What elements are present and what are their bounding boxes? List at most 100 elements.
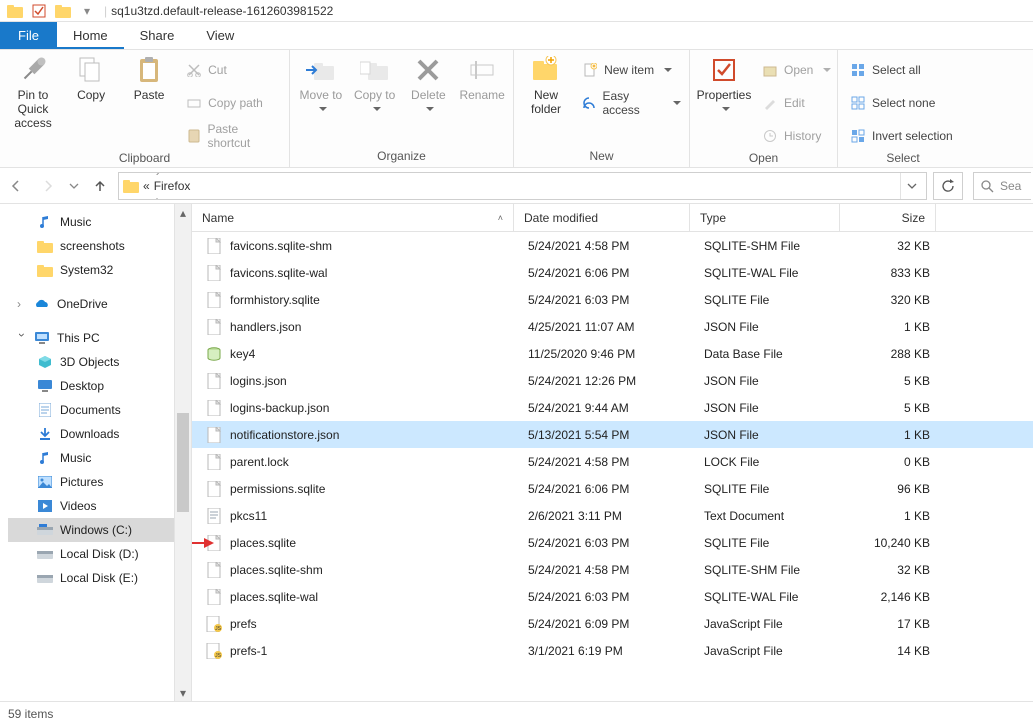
tree-scrollbar[interactable]: ▴ ▾ xyxy=(174,204,191,701)
paste-label: Paste xyxy=(134,89,165,103)
objects3d-icon xyxy=(37,354,53,370)
col-name[interactable]: Name˄ xyxy=(192,204,514,231)
refresh-button[interactable] xyxy=(933,172,963,200)
forward-button[interactable] xyxy=(34,172,62,200)
group-label-new: New xyxy=(522,147,681,165)
breadcrumb-segment[interactable]: Firefox xyxy=(154,179,376,193)
tree-item-3dobjects[interactable]: 3D Objects xyxy=(8,350,174,374)
up-button[interactable] xyxy=(86,172,114,200)
tree-item-documents[interactable]: Documents xyxy=(8,398,174,422)
file-row[interactable]: favicons.sqlite-shm5/24/2021 4:58 PMSQLI… xyxy=(192,232,1033,259)
ribbon-tabs: File Home Share View xyxy=(0,22,1033,50)
file-row[interactable]: key411/25/2020 9:46 PMData Base File288 … xyxy=(192,340,1033,367)
move-to-button[interactable]: Move to xyxy=(298,54,344,117)
breadcrumb-overflow[interactable]: « xyxy=(143,179,150,193)
file-type: SQLITE File xyxy=(694,293,844,307)
tree-item-downloads[interactable]: Downloads xyxy=(8,422,174,446)
paste-button[interactable]: Paste xyxy=(124,54,174,103)
tab-file[interactable]: File xyxy=(0,22,57,49)
file-row[interactable]: pkcs112/6/2021 3:11 PMText Document1 KB xyxy=(192,502,1033,529)
tree-item-windows-c[interactable]: Windows (C:) xyxy=(8,518,174,542)
tree-item-pictures[interactable]: Pictures xyxy=(8,470,174,494)
properties-button[interactable]: Properties xyxy=(698,54,750,117)
file-row[interactable]: permissions.sqlite5/24/2021 6:06 PMSQLIT… xyxy=(192,475,1033,502)
delete-button[interactable]: Delete xyxy=(406,54,452,117)
tree-item-videos[interactable]: Videos xyxy=(8,494,174,518)
tree-item-music2[interactable]: Music xyxy=(8,446,174,470)
copy-button[interactable]: Copy xyxy=(66,54,116,103)
tree-item-thispc[interactable]: › This PC xyxy=(8,326,174,350)
file-row[interactable]: handlers.json4/25/2021 11:07 AMJSON File… xyxy=(192,313,1033,340)
chevron-right-icon[interactable]: › xyxy=(154,193,162,200)
explorer-body: Music screenshots System32 › OneDrive › … xyxy=(0,204,1033,701)
file-date: 5/24/2021 4:58 PM xyxy=(518,563,694,577)
open-button[interactable]: Open xyxy=(758,56,831,83)
new-folder-button[interactable]: New folder xyxy=(522,54,570,117)
desktop-icon xyxy=(37,378,53,394)
back-button[interactable] xyxy=(2,172,30,200)
tree-item-system32[interactable]: System32 xyxy=(8,258,174,282)
select-none-button[interactable]: Select none xyxy=(846,89,953,116)
ribbon-group-new: New folder New item Easy access New xyxy=(514,50,690,167)
copy-path-button[interactable]: Copy path xyxy=(182,89,281,116)
file-icon xyxy=(206,265,222,281)
col-size[interactable]: Size xyxy=(840,204,936,231)
file-row[interactable]: places.sqlite5/24/2021 6:03 PMSQLITE Fil… xyxy=(192,529,1033,556)
file-row[interactable]: parent.lock5/24/2021 4:58 PMLOCK File0 K… xyxy=(192,448,1033,475)
file-row[interactable]: places.sqlite-shm5/24/2021 4:58 PMSQLITE… xyxy=(192,556,1033,583)
easy-access-button[interactable]: Easy access xyxy=(578,89,681,116)
tab-view[interactable]: View xyxy=(190,22,250,49)
file-row[interactable]: favicons.sqlite-wal5/24/2021 6:06 PMSQLI… xyxy=(192,259,1033,286)
file-row[interactable]: JSprefs5/24/2021 6:09 PMJavaScript File1… xyxy=(192,610,1033,637)
tab-share[interactable]: Share xyxy=(124,22,191,49)
tree-item-screenshots[interactable]: screenshots xyxy=(8,234,174,258)
file-row[interactable]: formhistory.sqlite5/24/2021 6:03 PMSQLIT… xyxy=(192,286,1033,313)
file-row[interactable]: logins-backup.json5/24/2021 9:44 AMJSON … xyxy=(192,394,1033,421)
file-type: JSON File xyxy=(694,401,844,415)
file-icon xyxy=(206,508,222,524)
tree-item-localdisk-d[interactable]: Local Disk (D:) xyxy=(8,542,174,566)
select-all-button[interactable]: Select all xyxy=(846,56,953,83)
file-icon: JS xyxy=(206,643,222,659)
rename-button[interactable]: Rename xyxy=(459,54,505,103)
file-row[interactable]: notificationstore.json5/13/2021 5:54 PMJ… xyxy=(192,421,1033,448)
col-date[interactable]: Date modified xyxy=(514,204,690,231)
chevron-right-icon[interactable]: › xyxy=(154,172,162,179)
file-row[interactable]: places.sqlite-wal5/24/2021 6:03 PMSQLITE… xyxy=(192,583,1033,610)
file-type: SQLITE File xyxy=(694,536,844,550)
cut-button[interactable]: Cut xyxy=(182,56,281,83)
search-box[interactable]: Sea xyxy=(973,172,1031,200)
address-bar[interactable]: « Roaming›Mozilla›Firefox›Profiles›sq1u3… xyxy=(118,172,927,200)
file-type: Data Base File xyxy=(694,347,844,361)
file-row[interactable]: JSprefs-13/1/2021 6:19 PMJavaScript File… xyxy=(192,637,1033,664)
copy-to-button[interactable]: Copy to xyxy=(352,54,398,117)
file-type: SQLITE-SHM File xyxy=(694,563,844,577)
tree-item-onedrive[interactable]: › OneDrive xyxy=(8,292,174,316)
pin-to-quick-access-button[interactable]: Pin to Quick access xyxy=(8,54,58,130)
address-dropdown[interactable] xyxy=(900,173,922,199)
new-item-icon xyxy=(582,62,598,78)
qat-customize[interactable]: ▾ xyxy=(76,1,98,21)
tree-item-desktop[interactable]: Desktop xyxy=(8,374,174,398)
tab-home[interactable]: Home xyxy=(57,22,124,49)
file-row[interactable]: logins.json5/24/2021 12:26 PMJSON File5 … xyxy=(192,367,1033,394)
expand-icon[interactable]: › xyxy=(17,297,27,311)
history-button[interactable]: History xyxy=(758,122,831,149)
tree-item-music[interactable]: Music xyxy=(8,210,174,234)
file-name: prefs xyxy=(230,617,257,631)
recent-locations-button[interactable] xyxy=(66,172,82,200)
file-name: formhistory.sqlite xyxy=(230,293,320,307)
invert-selection-button[interactable]: Invert selection xyxy=(846,122,953,149)
file-list[interactable]: Name˄ Date modified Type Size favicons.s… xyxy=(192,204,1033,701)
new-item-button[interactable]: New item xyxy=(578,56,681,83)
edit-button[interactable]: Edit xyxy=(758,89,831,116)
qat-properties[interactable] xyxy=(28,1,50,21)
column-headers[interactable]: Name˄ Date modified Type Size xyxy=(192,204,1033,232)
navigation-pane[interactable]: Music screenshots System32 › OneDrive › … xyxy=(0,204,192,701)
file-type: SQLITE File xyxy=(694,482,844,496)
col-type[interactable]: Type xyxy=(690,204,840,231)
expand-icon[interactable]: › xyxy=(15,333,29,343)
music-icon xyxy=(37,214,53,230)
paste-shortcut-button[interactable]: Paste shortcut xyxy=(182,122,281,149)
tree-item-localdisk-e[interactable]: Local Disk (E:) xyxy=(8,566,174,590)
